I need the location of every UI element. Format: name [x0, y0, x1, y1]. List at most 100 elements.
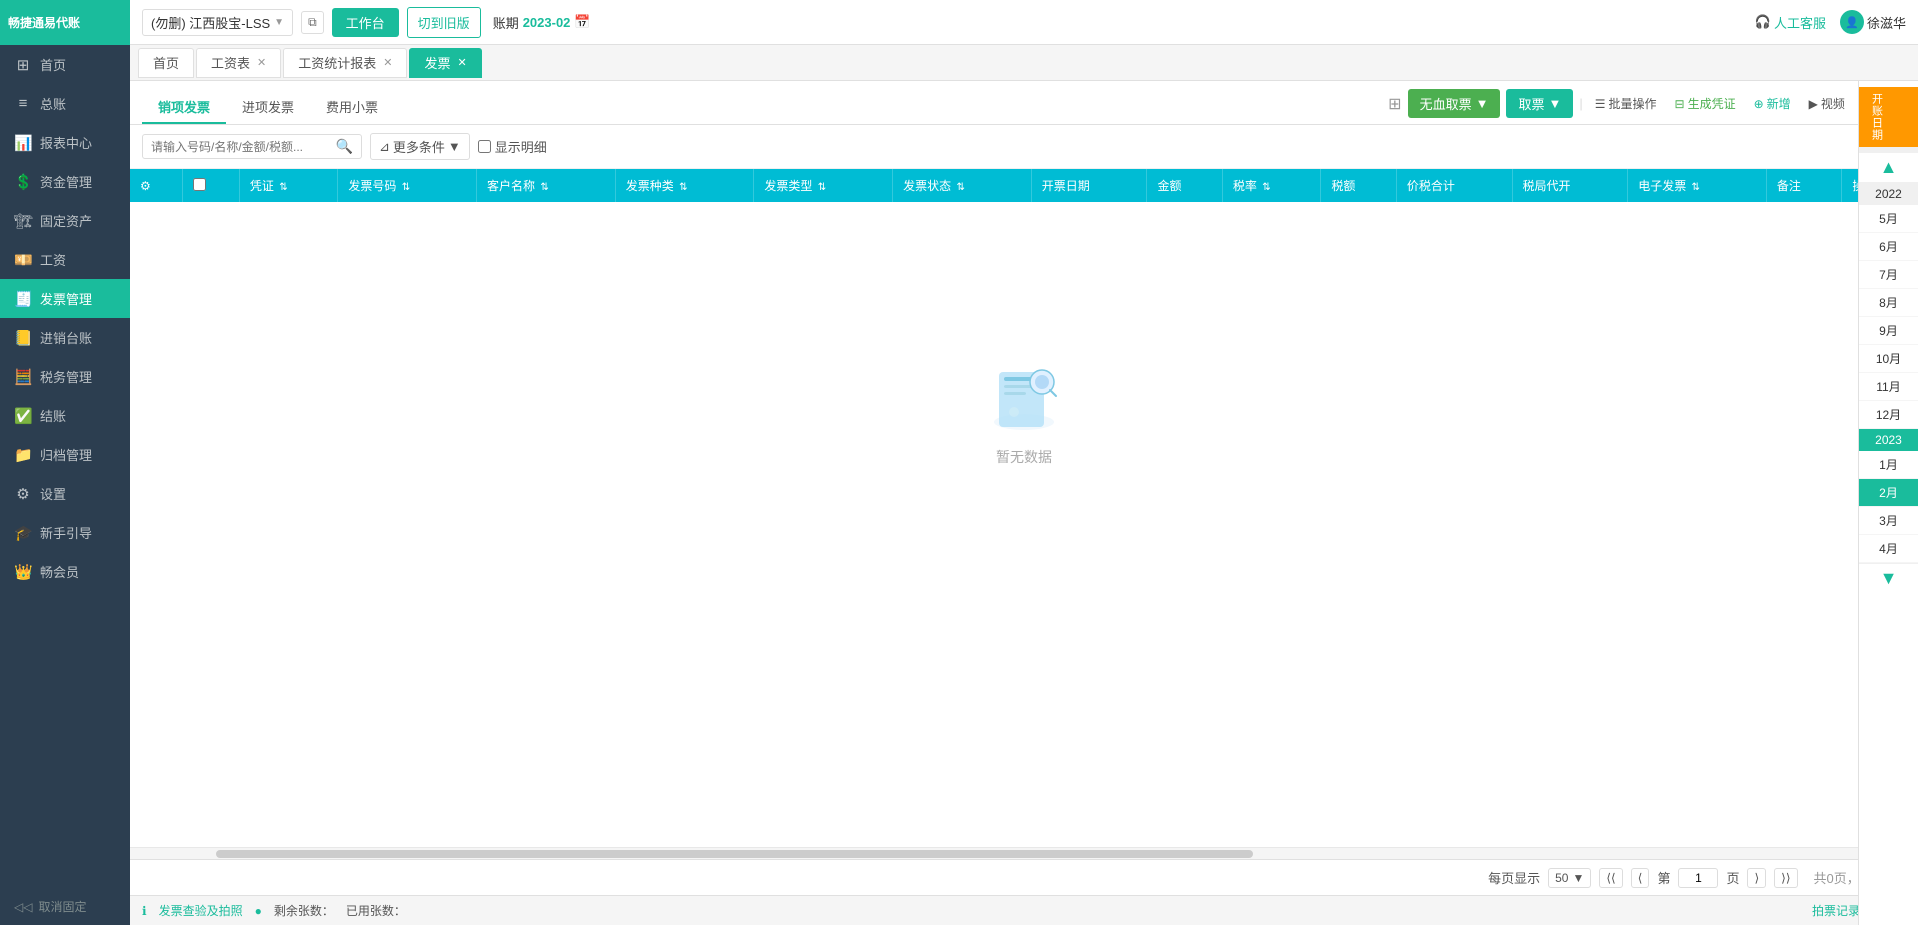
col-date: 开票日期 [1031, 169, 1147, 202]
sidebar-item-settings[interactable]: ⚙ 设置 [0, 474, 130, 513]
sort-icon[interactable]: ⇅ [679, 182, 687, 193]
tab-payroll-close-icon[interactable]: ✕ [257, 56, 266, 69]
user-avatar-icon: 👤 [1840, 10, 1864, 34]
sidebar-item-archive[interactable]: 📁 归档管理 [0, 435, 130, 474]
ledger-icon: ≡ [14, 95, 32, 112]
sort-icon[interactable]: ⇅ [818, 182, 826, 193]
month-2023-03[interactable]: 3月 [1859, 507, 1918, 535]
add-icon: ⊕ [1754, 97, 1764, 111]
tab-invoice[interactable]: 发票 ✕ [409, 48, 481, 78]
scroll-thumb[interactable] [216, 850, 1253, 858]
period-display: 账期 2023-02 📅 [493, 13, 591, 32]
sidebar-item-sales[interactable]: 📒 进销台账 [0, 318, 130, 357]
page-number-input[interactable] [1678, 868, 1718, 888]
month-2022-08[interactable]: 8月 [1859, 289, 1918, 317]
col-checkbox[interactable] [182, 169, 239, 202]
new-button[interactable]: ⊕ 新增 [1748, 91, 1797, 116]
open-period-button[interactable]: 开账日期 [1858, 87, 1918, 147]
switch-version-button[interactable]: 切到旧版 [407, 7, 481, 38]
sidebar-item-tax[interactable]: 🧮 税务管理 [0, 357, 130, 396]
invoice-record-link[interactable]: 拍票记录 [1812, 902, 1860, 919]
sub-tab-expense-receipt[interactable]: 费用小票 [310, 91, 394, 124]
horizontal-scrollbar[interactable] [130, 847, 1858, 859]
sort-icon[interactable]: ⇅ [1692, 182, 1700, 193]
sidebar-item-invoice[interactable]: 🧾 发票管理 [0, 279, 130, 318]
batch-op-button[interactable]: ☰ 批量操作 [1589, 91, 1663, 116]
subtab-right-actions: ⊞ 无血取票 ▼ 取票 ▼ | ☰ 批量操作 ⊟ 生成凭证 ⊕ 新增 [1388, 89, 1906, 124]
show-detail-checkbox-label[interactable]: 显示明细 [478, 137, 547, 156]
take-ticket-button[interactable]: 取票 ▼ [1506, 89, 1573, 118]
month-2023-01[interactable]: 1月 [1859, 451, 1918, 479]
no-deduct-button[interactable]: 无血取票 ▼ [1408, 89, 1501, 118]
sidebar: 畅捷通易代账 ⊞ 首页 ≡ 总账 📊 报表中心 💲 资金管理 🏗 固定资产 💴 … [0, 0, 130, 925]
date-nav-up[interactable]: ▲ [1859, 153, 1918, 183]
sidebar-item-member[interactable]: 👑 畅会员 [0, 552, 130, 591]
date-panel: 开账日期 ✕ ⤢ 2023.02 2023.02 ▲ 2022 5月 6月 7月… [1858, 81, 1918, 925]
sidebar-item-finance[interactable]: 💲 资金管理 [0, 162, 130, 201]
page-size-dropdown-icon: ▼ [1572, 871, 1584, 885]
month-2022-11[interactable]: 11月 [1859, 373, 1918, 401]
first-page-button[interactable]: ⟨⟨ [1599, 868, 1622, 888]
tab-payroll-stats-close-icon[interactable]: ✕ [383, 56, 392, 69]
sidebar-pin-toggle[interactable]: ◁◁ 取消固定 [0, 888, 130, 925]
search-box[interactable]: 🔍 [142, 134, 362, 159]
month-2022-09[interactable]: 9月 [1859, 317, 1918, 345]
sort-icon[interactable]: ⇅ [402, 182, 410, 193]
grid-icon[interactable]: ⊞ [1388, 94, 1401, 114]
video-icon: ▶ [1809, 97, 1818, 111]
last-page-button[interactable]: ⟩⟩ [1774, 868, 1797, 888]
col-invoice-kind: 发票类型 ⇅ [754, 169, 893, 202]
sidebar-item-assets[interactable]: 🏗 固定资产 [0, 201, 130, 240]
sidebar-item-guide[interactable]: 🎓 新手引导 [0, 513, 130, 552]
sort-icon[interactable]: ⇅ [540, 182, 548, 193]
date-nav-down[interactable]: ▼ [1859, 563, 1918, 593]
next-page-button[interactable]: ⟩ [1747, 868, 1766, 888]
finance-icon: 💲 [14, 173, 32, 191]
month-2022-07[interactable]: 7月 [1859, 261, 1918, 289]
month-2023-04[interactable]: 4月 [1859, 535, 1918, 563]
prev-page-button[interactable]: ⟨ [1631, 868, 1650, 888]
tab-invoice-close-icon[interactable]: ✕ [458, 56, 467, 69]
company-selector[interactable]: (勿删) 江西股宝-LSS ▼ [142, 9, 293, 36]
month-2022-12[interactable]: 12月 [1859, 401, 1918, 429]
member-icon: 👑 [14, 563, 32, 581]
tab-payroll[interactable]: 工资表 ✕ [196, 48, 281, 78]
col-settings[interactable]: ⚙ [130, 169, 182, 202]
more-filter-button[interactable]: ⊿ 更多条件 ▼ [370, 133, 470, 160]
tab-payroll-stats[interactable]: 工资统计报表 ✕ [283, 48, 407, 78]
page-size-select[interactable]: 50 ▼ [1548, 868, 1591, 888]
video-button[interactable]: ▶ 视频 [1803, 91, 1851, 116]
sidebar-item-home[interactable]: ⊞ 首页 [0, 45, 130, 84]
month-2022-10[interactable]: 10月 [1859, 345, 1918, 373]
user-menu[interactable]: 👤 徐滋华 [1840, 10, 1906, 34]
calendar-icon: 📅 [574, 14, 590, 30]
sub-tab-sales-invoice[interactable]: 销项发票 [142, 91, 226, 124]
month-2023-02[interactable]: 2月 [1859, 479, 1918, 507]
chevron-down-icon: ▼ [274, 17, 284, 28]
chevron-up-icon: ▲ [1880, 157, 1898, 178]
copy-button[interactable]: ⧉ [301, 11, 324, 34]
sidebar-item-reports[interactable]: 📊 报表中心 [0, 123, 130, 162]
sidebar-item-payroll[interactable]: 💴 工资 [0, 240, 130, 279]
workbench-button[interactable]: 工作台 [332, 8, 399, 37]
sidebar-item-close[interactable]: ✅ 结账 [0, 396, 130, 435]
chevron-down-icon: ▼ [1880, 568, 1898, 589]
empty-illustration [974, 357, 1074, 437]
invoice-table-wrap: ⚙ 凭证 ⇅ 发票号码 ⇅ 客户名称 ⇅ 发票种类 ⇅ 发票类型 ⇅ 发票状态 … [130, 169, 1918, 622]
search-icon[interactable]: 🔍 [336, 138, 353, 155]
month-2022-06[interactable]: 6月 [1859, 233, 1918, 261]
customer-service-button[interactable]: 🎧 人工客服 [1755, 13, 1826, 32]
dropdown-arrow-icon: ▼ [1476, 96, 1489, 111]
show-detail-checkbox[interactable] [478, 140, 491, 153]
sub-tab-purchase-invoice[interactable]: 进项发票 [226, 91, 310, 124]
sidebar-item-ledger[interactable]: ≡ 总账 [0, 84, 130, 123]
month-2022-05[interactable]: 5月 [1859, 205, 1918, 233]
gen-voucher-button[interactable]: ⊟ 生成凭证 [1669, 91, 1742, 116]
search-input[interactable] [151, 140, 331, 154]
sort-icon[interactable]: ⇅ [279, 182, 287, 193]
select-all-checkbox[interactable] [193, 178, 206, 191]
used-label: 已用张数： [346, 902, 406, 919]
sort-icon[interactable]: ⇅ [1262, 182, 1270, 193]
tab-home[interactable]: 首页 [138, 48, 194, 78]
sort-icon[interactable]: ⇅ [956, 182, 964, 193]
